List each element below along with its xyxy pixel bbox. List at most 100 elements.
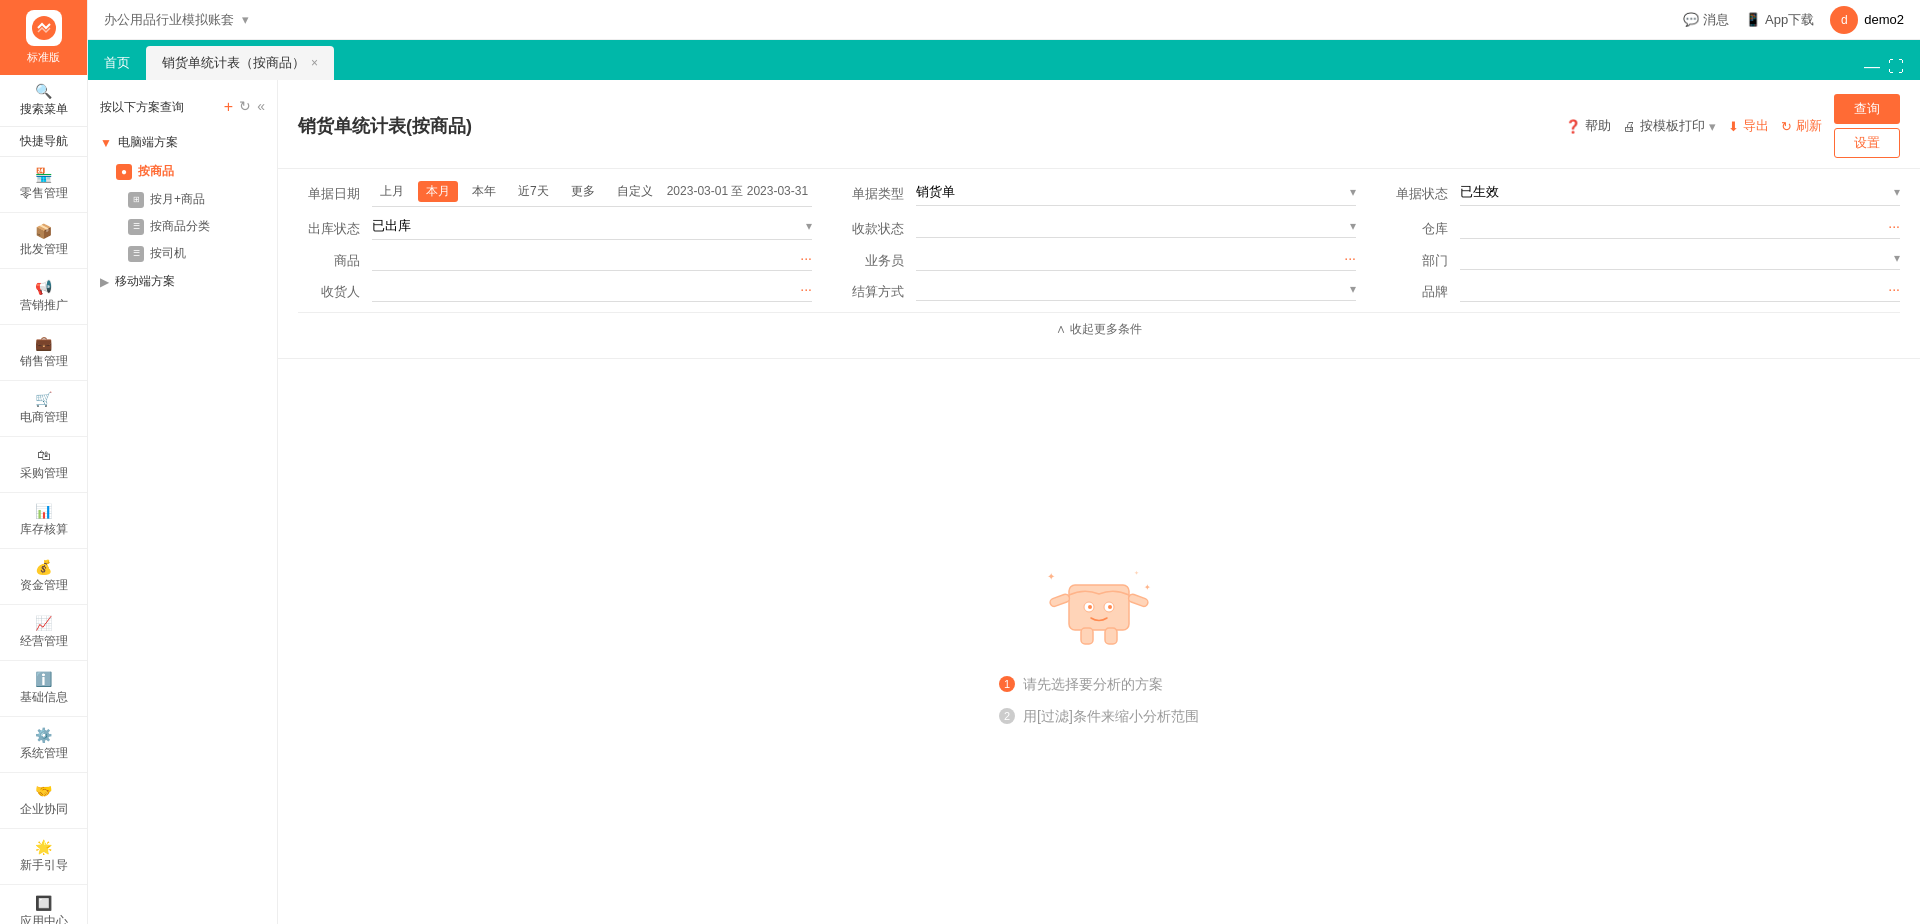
- date-custom[interactable]: 自定义: [609, 181, 661, 202]
- warehouse-control[interactable]: ···: [1460, 218, 1900, 239]
- sidebar-item-marketing[interactable]: 📢 营销推广: [0, 269, 87, 325]
- tab-active-label: 销货单统计表（按商品）: [162, 54, 305, 72]
- help-button[interactable]: ❓ 帮助: [1565, 117, 1611, 135]
- payment-method-control[interactable]: ▾: [916, 282, 1356, 301]
- sidebar-item-retail-label: 零售管理: [20, 186, 68, 200]
- download-icon: 📱: [1745, 12, 1761, 27]
- salesperson-control[interactable]: ···: [916, 250, 1356, 271]
- date-last-month[interactable]: 上月: [372, 181, 412, 202]
- search-menu-label: 搜索菜单: [20, 102, 68, 116]
- payment-status-filter-group: 收款状态 ▾: [842, 219, 1356, 238]
- scheme-item-by-product[interactable]: ● 按商品: [88, 157, 277, 186]
- settings-button[interactable]: 设置: [1834, 128, 1900, 158]
- empty-text: 1 请先选择要分析的方案 2 用[过滤]条件来缩小分析范围: [999, 670, 1199, 734]
- warehouse-label: 仓库: [1386, 220, 1456, 238]
- search-menu-item[interactable]: 🔍 搜索菜单: [0, 75, 87, 127]
- filter-area: 单据日期 上月 本月 本年 近7天 更多 自定义 2023-03-01 至 20…: [278, 169, 1920, 359]
- salesperson-dots-icon[interactable]: ···: [1344, 250, 1356, 266]
- svg-text:✦: ✦: [1144, 583, 1151, 592]
- product-dots-icon[interactable]: ···: [800, 250, 812, 266]
- scheme-item-by-category[interactable]: ☰ 按商品分类: [88, 213, 277, 240]
- stock-status-select[interactable]: 已出库 ▾: [372, 217, 812, 235]
- minimize-icon[interactable]: —: [1864, 58, 1880, 76]
- print-dropdown-icon[interactable]: ▾: [1709, 119, 1716, 134]
- svg-rect-9: [1105, 628, 1117, 644]
- sidebar-item-basic[interactable]: ℹ️ 基础信息: [0, 661, 87, 717]
- maximize-icon[interactable]: ⛶: [1888, 58, 1904, 76]
- payment-method-filter-group: 结算方式 ▾: [842, 282, 1356, 301]
- doc-type-select[interactable]: 销货单 ▾: [916, 183, 1356, 201]
- date-more[interactable]: 更多: [563, 181, 603, 202]
- receiver-control[interactable]: ···: [372, 281, 812, 302]
- breadcrumb-text: 办公用品行业模拟账套: [104, 11, 234, 29]
- tab-active[interactable]: 销货单统计表（按商品） ×: [146, 46, 334, 80]
- scheme-item-by-month-product[interactable]: ⊞ 按月+商品: [88, 186, 277, 213]
- tree-node-mobile[interactable]: ▶ 移动端方案: [88, 267, 277, 296]
- sidebar-item-purchase[interactable]: 🛍 采购管理: [0, 437, 87, 493]
- logo-icon: [26, 10, 62, 46]
- sidebar-item-basic-label: 基础信息: [20, 690, 68, 704]
- left-panel: 按以下方案查询 + ↻ « ▼ 电脑端方案 ● 按商品: [88, 80, 278, 924]
- refresh-scheme-button[interactable]: ↻: [239, 98, 251, 116]
- sidebar: 标准版 🔍 搜索菜单 快捷导航 🏪 零售管理 📦 批发管理 📢 营销推广 💼 销…: [0, 0, 88, 924]
- collapse-panel-button[interactable]: «: [257, 98, 265, 116]
- receiver-dots-icon[interactable]: ···: [800, 281, 812, 297]
- empty-state: ✦ ✦ ✦ 1 请先选择要分析的方案 2 用[过滤]条件来缩小分析范围: [278, 359, 1920, 924]
- breadcrumb-dropdown-icon[interactable]: ▾: [242, 12, 249, 27]
- doc-status-control[interactable]: 已生效 ▾: [1460, 183, 1900, 206]
- message-icon: 💬: [1683, 12, 1699, 27]
- sidebar-item-apps[interactable]: 🔲 应用中心: [0, 885, 87, 924]
- product-control[interactable]: ···: [372, 250, 812, 271]
- message-button[interactable]: 💬 消息: [1683, 11, 1729, 29]
- filter-row-2: 出库状态 已出库 ▾ 收款状态: [298, 217, 1900, 240]
- warehouse-dots-icon[interactable]: ···: [1888, 218, 1900, 234]
- user-area[interactable]: d demo2: [1830, 6, 1904, 34]
- payment-method-label: 结算方式: [842, 283, 912, 301]
- date-current-year[interactable]: 本年: [464, 181, 504, 202]
- help-label: 帮助: [1585, 117, 1611, 135]
- sidebar-item-newbie[interactable]: 🌟 新手引导: [0, 829, 87, 885]
- collapse-bar[interactable]: ∧ 收起更多条件: [298, 312, 1900, 346]
- sidebar-item-retail[interactable]: 🏪 零售管理: [0, 157, 87, 213]
- date-last-7-days[interactable]: 近7天: [510, 181, 557, 202]
- brand-control[interactable]: ···: [1460, 281, 1900, 302]
- payment-status-label: 收款状态: [842, 220, 912, 238]
- sidebar-item-ecom[interactable]: 🛒 电商管理: [0, 381, 87, 437]
- query-button[interactable]: 查询: [1834, 94, 1900, 124]
- sidebar-item-operation[interactable]: 📈 经营管理: [0, 605, 87, 661]
- stock-status-control[interactable]: 已出库 ▾: [372, 217, 812, 240]
- quick-nav-item[interactable]: 快捷导航: [0, 127, 87, 157]
- sidebar-item-sales[interactable]: 💼 销售管理: [0, 325, 87, 381]
- doc-type-filter-group: 单据类型 销货单 ▾: [842, 183, 1356, 206]
- print-button[interactable]: 🖨 按模板打印 ▾: [1623, 117, 1716, 135]
- department-control[interactable]: ▾: [1460, 251, 1900, 270]
- sidebar-item-enterprise[interactable]: 🤝 企业协同: [0, 773, 87, 829]
- scheme-by-category-label: 按商品分类: [150, 218, 210, 235]
- sidebar-item-system[interactable]: ⚙️ 系统管理: [0, 717, 87, 773]
- sidebar-item-finance[interactable]: 💰 资金管理: [0, 549, 87, 605]
- doc-status-select[interactable]: 已生效 ▾: [1460, 183, 1900, 201]
- tree-collapse-icon: ▶: [100, 275, 109, 289]
- payment-status-control[interactable]: ▾: [916, 219, 1356, 238]
- sidebar-item-inventory[interactable]: 📊 库存核算: [0, 493, 87, 549]
- date-current-month[interactable]: 本月: [418, 181, 458, 202]
- tree-node-desktop[interactable]: ▼ 电脑端方案: [88, 128, 277, 157]
- salesperson-filter-group: 业务员 ···: [842, 250, 1356, 271]
- tab-bar: 首页 销货单统计表（按商品） × — ⛶: [88, 40, 1920, 80]
- scheme-by-month-label: 按月+商品: [150, 191, 205, 208]
- app-download-button[interactable]: 📱 App下载: [1745, 11, 1814, 29]
- sidebar-item-wholesale[interactable]: 📦 批发管理: [0, 213, 87, 269]
- sidebar-item-enterprise-label: 企业协同: [20, 802, 68, 816]
- add-scheme-button[interactable]: +: [224, 98, 233, 116]
- payment-method-arrow-icon: ▾: [1350, 282, 1356, 296]
- brand-dots-icon[interactable]: ···: [1888, 281, 1900, 297]
- export-button[interactable]: ⬇ 导出: [1728, 117, 1769, 135]
- tab-close-icon[interactable]: ×: [311, 56, 318, 70]
- tab-home[interactable]: 首页: [88, 46, 146, 80]
- brand-filter-group: 品牌 ···: [1386, 281, 1900, 302]
- list-icon: ☰: [128, 219, 144, 235]
- doc-type-control[interactable]: 销货单 ▾: [916, 183, 1356, 206]
- scheme-item-by-cashier[interactable]: ☰ 按司机: [88, 240, 277, 267]
- logo-area: 标准版: [0, 0, 87, 75]
- refresh-button[interactable]: ↻ 刷新: [1781, 117, 1822, 135]
